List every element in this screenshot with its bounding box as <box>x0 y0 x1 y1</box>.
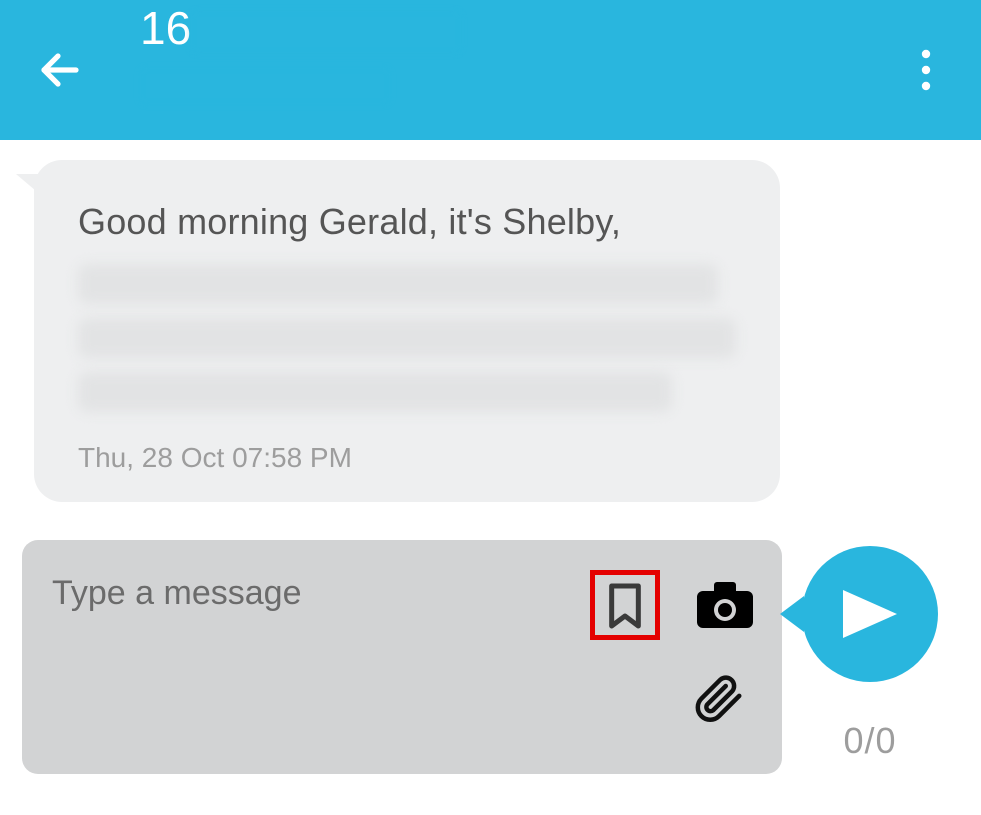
camera-icon <box>696 581 754 629</box>
message-redacted-line <box>78 318 736 358</box>
char-counter: 0/0 <box>843 720 896 762</box>
bookmark-highlight-box <box>590 570 660 640</box>
header-title-prefix: 16 <box>140 2 191 54</box>
message-bubble: Good morning Gerald, it's Shelby, Thu, 2… <box>34 160 780 502</box>
header-title-area: 16 <box>140 31 461 109</box>
header-subtitle-redacted <box>140 68 390 104</box>
header-title: 16 <box>140 1 461 56</box>
send-column: 0/0 <box>802 540 938 762</box>
app-header: 16 <box>0 0 981 140</box>
back-arrow-icon <box>36 46 84 94</box>
compose-box[interactable]: Type a message <box>22 540 782 774</box>
more-options-button[interactable] <box>901 40 951 100</box>
compose-icon-group <box>590 570 754 724</box>
paperclip-icon <box>692 670 746 724</box>
send-icon <box>834 578 906 650</box>
bubble-tail <box>16 174 42 196</box>
message-text: Good morning Gerald, it's Shelby, <box>78 194 736 250</box>
bookmark-icon <box>605 581 645 631</box>
bookmark-button[interactable] <box>605 581 645 631</box>
attach-button[interactable] <box>692 670 746 724</box>
incoming-message: Good morning Gerald, it's Shelby, Thu, 2… <box>34 160 951 502</box>
header-subtitle <box>140 68 461 109</box>
send-button[interactable] <box>802 546 938 682</box>
back-button[interactable] <box>30 40 90 100</box>
message-timestamp: Thu, 28 Oct 07:58 PM <box>78 442 736 474</box>
message-redacted-line <box>78 372 672 412</box>
chat-area: Good morning Gerald, it's Shelby, Thu, 2… <box>0 140 981 522</box>
header-title-redacted <box>191 11 461 53</box>
message-redacted-line <box>78 264 718 304</box>
camera-button[interactable] <box>696 581 754 629</box>
compose-area: Type a message <box>0 522 981 784</box>
more-vertical-icon <box>921 48 931 92</box>
